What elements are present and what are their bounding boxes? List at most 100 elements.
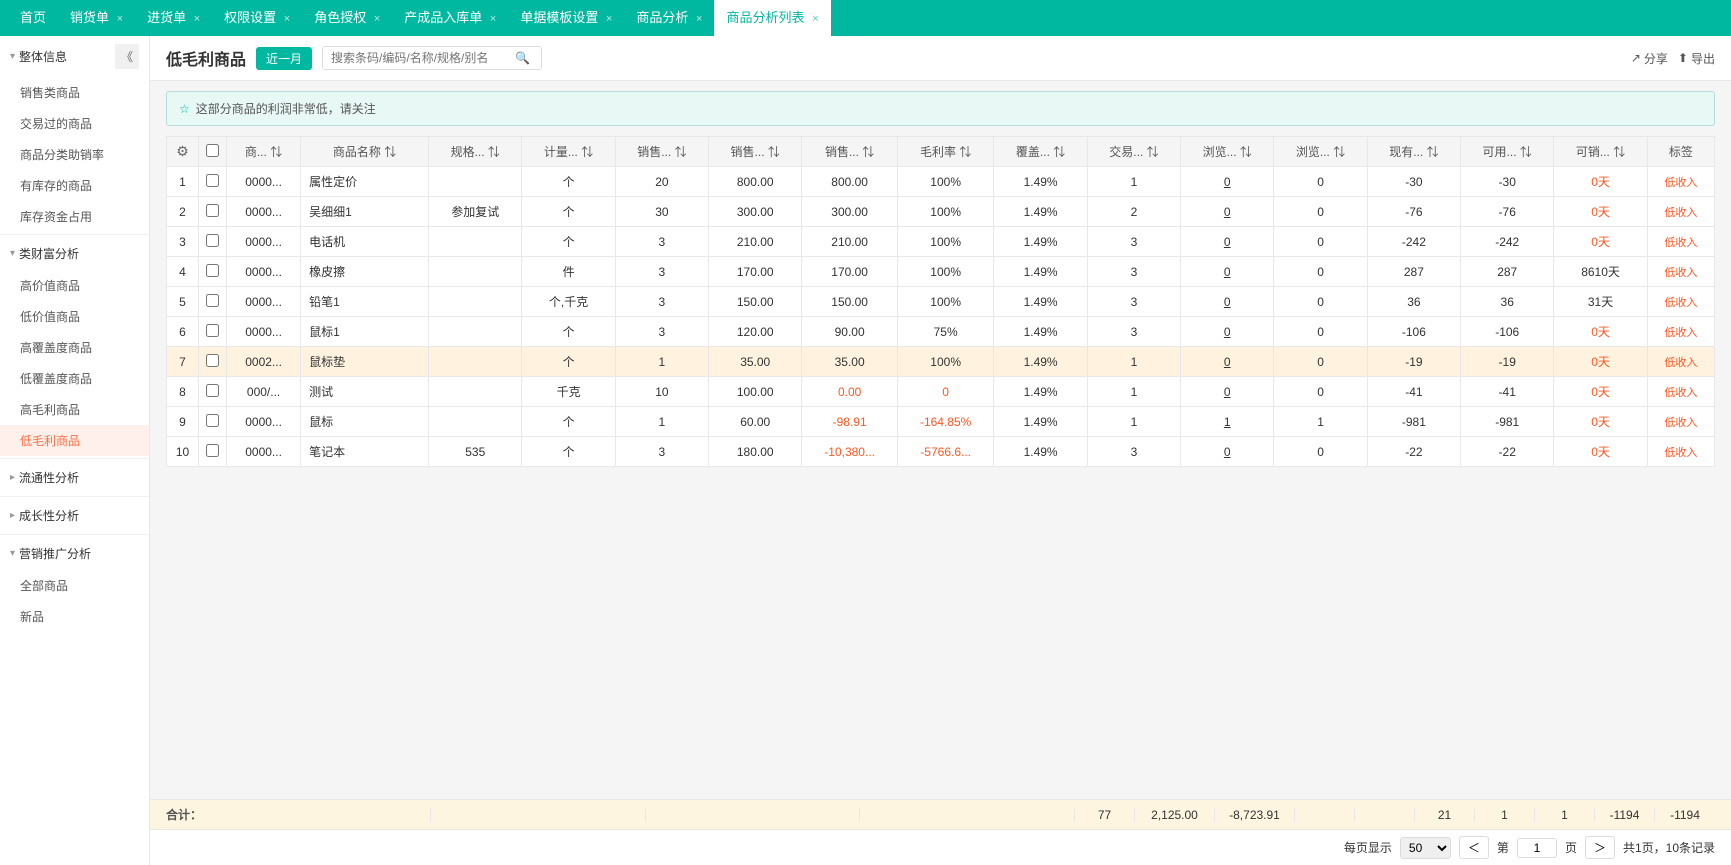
date-filter-button[interactable]: 近一月 xyxy=(256,47,312,70)
sidebar-item-high-value[interactable]: 高价值商品 xyxy=(0,270,149,301)
current-column-header[interactable]: 现有... ⇅ xyxy=(1367,137,1460,167)
row-browse1[interactable]: 0 xyxy=(1181,317,1274,347)
row-checkbox[interactable] xyxy=(206,354,219,367)
sidebar-section-growth[interactable]: ▸ 成长性分析 xyxy=(0,499,149,532)
row-checkbox[interactable] xyxy=(206,294,219,307)
checkbox-column-header[interactable] xyxy=(199,137,227,167)
browse1-link[interactable]: 0 xyxy=(1224,235,1231,249)
close-icon[interactable]: × xyxy=(284,13,290,25)
tag-column-header[interactable]: 标签 xyxy=(1647,137,1714,167)
row-browse1[interactable]: 0 xyxy=(1181,197,1274,227)
row-checkbox[interactable] xyxy=(206,204,219,217)
browse1-link[interactable]: 0 xyxy=(1224,355,1231,369)
row-browse1[interactable]: 0 xyxy=(1181,287,1274,317)
row-browse1[interactable]: 0 xyxy=(1181,257,1274,287)
nav-permissions[interactable]: 权限设置 × xyxy=(212,0,302,36)
row-checkbox-cell[interactable] xyxy=(199,347,227,377)
row-browse1[interactable]: 0 xyxy=(1181,227,1274,257)
sidebar-item-new-products[interactable]: 新品 xyxy=(0,601,149,632)
sidebar-item-sales-products[interactable]: 销售类商品 xyxy=(0,77,149,108)
row-checkbox[interactable] xyxy=(206,174,219,187)
page-number-input[interactable] xyxy=(1517,838,1557,858)
tag-label[interactable]: 低收入 xyxy=(1664,177,1697,189)
row-browse1[interactable]: 0 xyxy=(1181,437,1274,467)
sidebar-item-low-value[interactable]: 低价值商品 xyxy=(0,301,149,332)
trade-column-header[interactable]: 交易... ⇅ xyxy=(1087,137,1180,167)
row-browse1[interactable]: 1 xyxy=(1181,407,1274,437)
tag-label[interactable]: 低收入 xyxy=(1664,207,1697,219)
browse1-link[interactable]: 0 xyxy=(1224,325,1231,339)
row-tag[interactable]: 低收入 xyxy=(1647,197,1714,227)
close-icon[interactable]: × xyxy=(194,13,200,25)
browse1-link[interactable]: 0 xyxy=(1224,175,1231,189)
close-icon[interactable]: × xyxy=(374,13,380,25)
nav-purchase[interactable]: 进货单 × xyxy=(135,0,212,36)
row-checkbox[interactable] xyxy=(206,234,219,247)
nav-product-analysis[interactable]: 商品分析 × xyxy=(624,0,714,36)
row-tag[interactable]: 低收入 xyxy=(1647,167,1714,197)
nav-home[interactable]: 首页 xyxy=(8,0,58,36)
share-button[interactable]: ↗ 分享 xyxy=(1631,50,1668,67)
sidebar-section-overview[interactable]: ▾ 整体信息 《 xyxy=(0,36,149,77)
page-size-select[interactable]: 50 100 200 xyxy=(1400,837,1451,859)
sidebar-item-low-coverage[interactable]: 低覆盖度商品 xyxy=(0,363,149,394)
row-checkbox-cell[interactable] xyxy=(199,407,227,437)
tag-label[interactable]: 低收入 xyxy=(1664,267,1697,279)
tag-label[interactable]: 低收入 xyxy=(1664,327,1697,339)
qty-column-header[interactable]: 销售... ⇅ xyxy=(615,137,708,167)
browse2-column-header[interactable]: 浏览... ⇅ xyxy=(1274,137,1367,167)
row-checkbox-cell[interactable] xyxy=(199,227,227,257)
close-icon[interactable]: × xyxy=(117,13,123,25)
gear-column-header[interactable]: ⚙ xyxy=(167,137,199,167)
row-checkbox-cell[interactable] xyxy=(199,257,227,287)
nav-product-entry[interactable]: 产成品入库单 × xyxy=(392,0,508,36)
browse1-link[interactable]: 0 xyxy=(1224,265,1231,279)
browse1-link[interactable]: 0 xyxy=(1224,445,1231,459)
row-tag[interactable]: 低收入 xyxy=(1647,437,1714,467)
close-icon[interactable]: × xyxy=(696,13,702,25)
name-column-header[interactable]: 商品名称 ⇅ xyxy=(301,137,429,167)
close-icon[interactable]: × xyxy=(606,13,612,25)
amount-column-header[interactable]: 销售... ⇅ xyxy=(709,137,802,167)
sidebar-section-liquidity[interactable]: ▸ 流通性分析 xyxy=(0,461,149,494)
row-checkbox-cell[interactable] xyxy=(199,167,227,197)
row-checkbox[interactable] xyxy=(206,414,219,427)
sidebar-item-category-rate[interactable]: 商品分类助销率 xyxy=(0,139,149,170)
row-checkbox-cell[interactable] xyxy=(199,287,227,317)
tag-label[interactable]: 低收入 xyxy=(1664,357,1697,369)
nav-template[interactable]: 单据模板设置 × xyxy=(508,0,624,36)
row-browse1[interactable]: 0 xyxy=(1181,167,1274,197)
search-icon[interactable]: 🔍 xyxy=(515,51,530,65)
sidebar-item-capital-usage[interactable]: 库存资金占用 xyxy=(0,201,149,232)
sidebar-item-high-coverage[interactable]: 高覆盖度商品 xyxy=(0,332,149,363)
row-checkbox[interactable] xyxy=(206,264,219,277)
profit-column-header[interactable]: 销售... ⇅ xyxy=(802,137,897,167)
row-checkbox[interactable] xyxy=(206,324,219,337)
row-checkbox-cell[interactable] xyxy=(199,377,227,407)
close-icon[interactable]: × xyxy=(490,13,496,25)
available-column-header[interactable]: 可用... ⇅ xyxy=(1461,137,1554,167)
browse1-link[interactable]: 0 xyxy=(1224,205,1231,219)
code-column-header[interactable]: 商... ⇅ xyxy=(227,137,301,167)
close-icon[interactable]: × xyxy=(812,13,818,25)
next-page-button[interactable]: ＞ xyxy=(1585,836,1615,859)
row-tag[interactable]: 低收入 xyxy=(1647,227,1714,257)
tag-label[interactable]: 低收入 xyxy=(1664,417,1697,429)
tag-label[interactable]: 低收入 xyxy=(1664,237,1697,249)
nav-roles[interactable]: 角色授权 × xyxy=(302,0,392,36)
margin-column-header[interactable]: 毛利率 ⇅ xyxy=(897,137,994,167)
row-browse1[interactable]: 0 xyxy=(1181,377,1274,407)
saleable-column-header[interactable]: 可销... ⇅ xyxy=(1554,137,1647,167)
tag-label[interactable]: 低收入 xyxy=(1664,297,1697,309)
unit-column-header[interactable]: 计量... ⇅ xyxy=(522,137,615,167)
sidebar-section-wealth[interactable]: ▾ 类财富分析 xyxy=(0,237,149,270)
nav-product-analysis-list[interactable]: 商品分析列表 × xyxy=(714,0,830,36)
row-browse1[interactable]: 0 xyxy=(1181,347,1274,377)
row-checkbox-cell[interactable] xyxy=(199,437,227,467)
coverage-column-header[interactable]: 覆盖... ⇅ xyxy=(994,137,1087,167)
row-tag[interactable]: 低收入 xyxy=(1647,317,1714,347)
search-box[interactable]: 🔍 xyxy=(322,46,542,70)
row-checkbox-cell[interactable] xyxy=(199,197,227,227)
prev-page-button[interactable]: ＜ xyxy=(1459,836,1489,859)
sidebar-item-traded-products[interactable]: 交易过的商品 xyxy=(0,108,149,139)
